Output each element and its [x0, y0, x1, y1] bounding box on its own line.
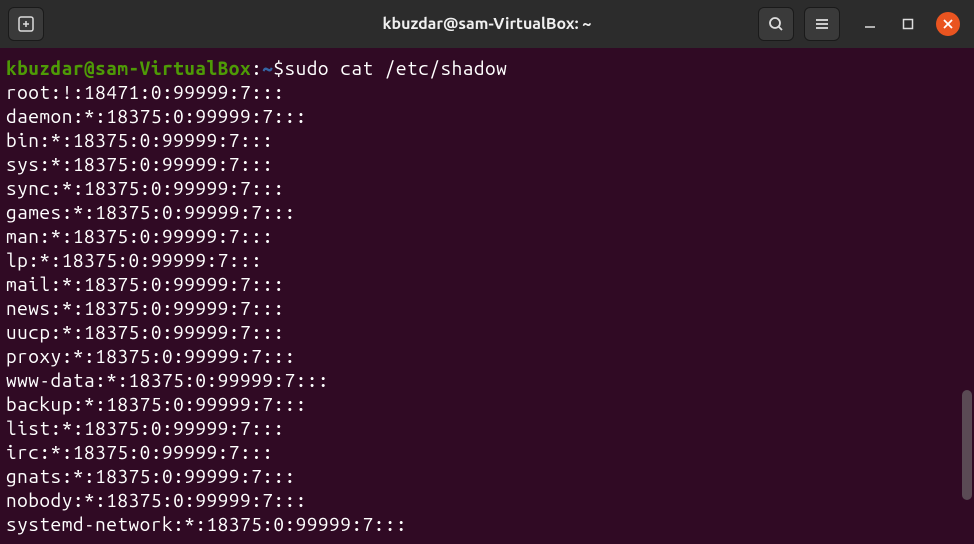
output-line: uucp:*:18375:0:99999:7:::: [6, 320, 968, 344]
new-tab-button[interactable]: [8, 7, 44, 41]
titlebar-left: [8, 7, 44, 41]
output-line: mail:*:18375:0:99999:7:::: [6, 272, 968, 296]
prompt-symbol: $: [273, 56, 284, 80]
search-icon: [768, 16, 784, 32]
prompt-line: kbuzdar@sam-VirtualBox:~$ sudo cat /etc/…: [6, 56, 968, 80]
command-text: sudo cat /etc/shadow: [285, 56, 508, 80]
output-line: www-data:*:18375:0:99999:7:::: [6, 368, 968, 392]
maximize-button[interactable]: [898, 14, 918, 34]
window-title: kbuzdar@sam-VirtualBox: ~: [383, 15, 592, 33]
hamburger-icon: [814, 16, 830, 32]
output-line: proxy:*:18375:0:99999:7:::: [6, 344, 968, 368]
output-line: games:*:18375:0:99999:7:::: [6, 200, 968, 224]
menu-button[interactable]: [804, 7, 840, 41]
prompt-path: ~: [262, 56, 273, 80]
close-button[interactable]: [936, 12, 960, 36]
window-controls: [860, 12, 960, 36]
output-line: irc:*:18375:0:99999:7:::: [6, 440, 968, 464]
output-line: sync:*:18375:0:99999:7:::: [6, 176, 968, 200]
titlebar: kbuzdar@sam-VirtualBox: ~: [0, 0, 974, 48]
close-icon: [943, 19, 953, 29]
terminal-area[interactable]: kbuzdar@sam-VirtualBox:~$ sudo cat /etc/…: [0, 48, 974, 544]
output-line: systemd-network:*:18375:0:99999:7:::: [6, 512, 968, 536]
output-line: bin:*:18375:0:99999:7:::: [6, 128, 968, 152]
new-tab-icon: [17, 15, 35, 33]
output-line: sys:*:18375:0:99999:7:::: [6, 152, 968, 176]
prompt-user-host: kbuzdar@sam-VirtualBox: [6, 56, 251, 80]
output-line: man:*:18375:0:99999:7:::: [6, 224, 968, 248]
output-line: daemon:*:18375:0:99999:7:::: [6, 104, 968, 128]
output-line: root:!:18471:0:99999:7:::: [6, 80, 968, 104]
scrollbar-thumb[interactable]: [962, 390, 972, 500]
terminal-output: root:!:18471:0:99999:7:::daemon:*:18375:…: [6, 80, 968, 536]
output-line: lp:*:18375:0:99999:7:::: [6, 248, 968, 272]
output-line: backup:*:18375:0:99999:7:::: [6, 392, 968, 416]
output-line: news:*:18375:0:99999:7:::: [6, 296, 968, 320]
titlebar-right: [758, 7, 966, 41]
maximize-icon: [902, 18, 914, 30]
output-line: list:*:18375:0:99999:7:::: [6, 416, 968, 440]
minimize-icon: [864, 18, 876, 30]
output-line: nobody:*:18375:0:99999:7:::: [6, 488, 968, 512]
output-line: gnats:*:18375:0:99999:7:::: [6, 464, 968, 488]
minimize-button[interactable]: [860, 14, 880, 34]
prompt-colon: :: [251, 56, 262, 80]
search-button[interactable]: [758, 7, 794, 41]
